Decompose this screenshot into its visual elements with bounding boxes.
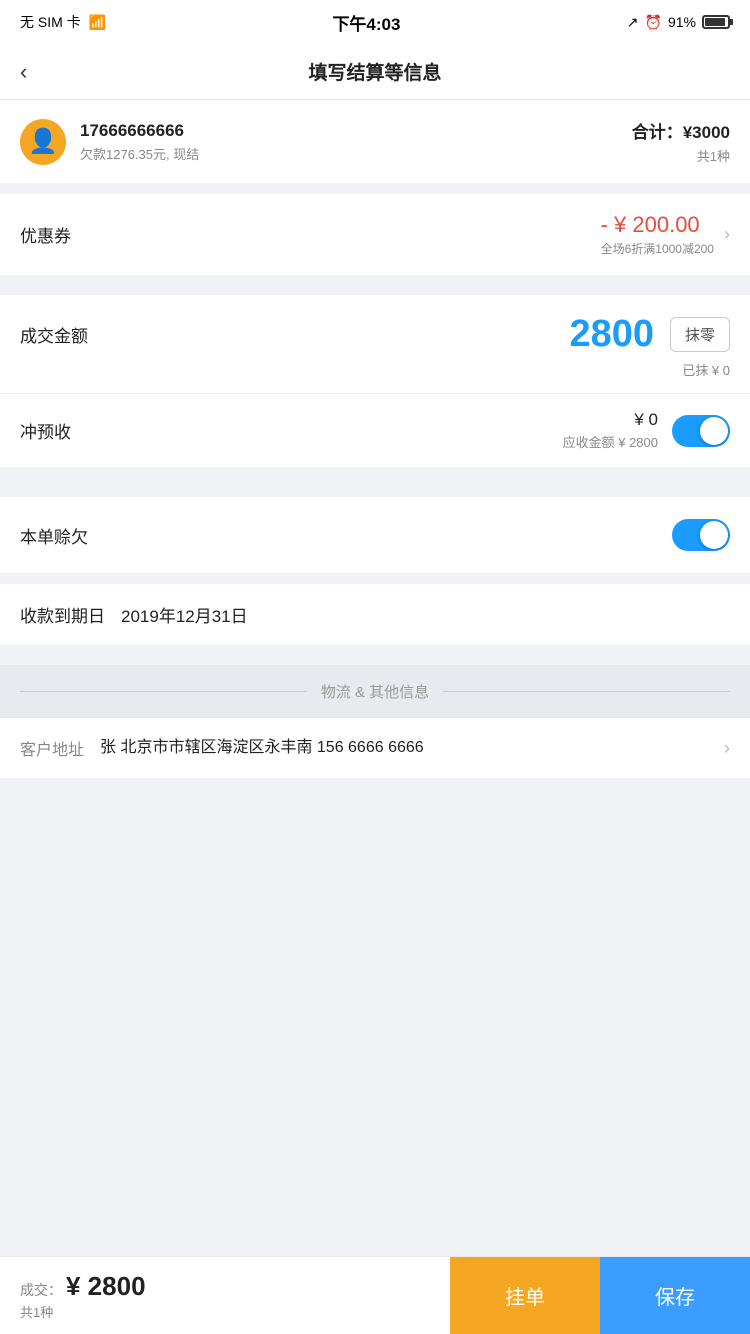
back-button[interactable]: ‹ xyxy=(20,59,27,85)
location-icon: ↗ xyxy=(627,14,639,31)
user-details: 17666666666 欠款1276.35元, 现结 xyxy=(80,121,632,163)
logistics-header-text: 物流 & 其他信息 xyxy=(321,681,429,702)
logistics-section-header: 物流 & 其他信息 xyxy=(0,665,750,718)
toggle-knob xyxy=(700,417,728,445)
footer: 成交： ¥ 2800 共1种 挂单 保存 xyxy=(0,1256,750,1334)
amount-label: 成交金额 xyxy=(20,322,88,347)
battery-percent: 91% xyxy=(668,14,696,30)
amount-section: 成交金额 2800 抹零 已抹 ¥ 0 xyxy=(0,295,750,393)
address-label: 客户地址 xyxy=(20,736,100,760)
footer-spacer xyxy=(0,788,750,878)
chong-yu-shou-value: ¥ 0 xyxy=(563,410,658,430)
main-content: 👤 17666666666 欠款1276.35元, 现结 合计：¥3000 共1… xyxy=(0,100,750,878)
total-value: ¥3000 xyxy=(683,123,730,142)
total-label: 合计： xyxy=(632,123,683,142)
chong-yu-shou-row: 冲预收 ¥ 0 应收金额 ¥ 2800 xyxy=(0,393,750,467)
page-title: 填写结算等信息 xyxy=(308,58,441,85)
user-info-row: 👤 17666666666 欠款1276.35元, 现结 合计：¥3000 共1… xyxy=(0,100,750,184)
chong-yu-shou-amount-block: ¥ 0 应收金额 ¥ 2800 xyxy=(563,410,658,451)
debt-row: 本单赊欠 xyxy=(0,497,750,573)
wifi-icon: 📶 xyxy=(89,14,106,31)
hang-button[interactable]: 挂单 xyxy=(450,1257,600,1334)
address-row[interactable]: 客户地址 张 北京市市辖区海淀区永丰南 156 6666 6666 › xyxy=(0,718,750,778)
chong-yu-shou-sub: 应收金额 ¥ 2800 xyxy=(563,432,658,451)
debt-label: 本单赊欠 xyxy=(20,523,88,548)
amount-right: 2800 抹零 xyxy=(569,313,730,356)
due-date-value: 2019年12月31日 xyxy=(121,602,248,627)
status-time: 下午4:03 xyxy=(332,10,400,35)
battery-icon xyxy=(702,15,730,29)
section-divider-1 xyxy=(0,285,750,295)
section-divider-3 xyxy=(0,655,750,665)
chong-yu-shou-right: ¥ 0 应收金额 ¥ 2800 xyxy=(563,410,730,451)
footer-info: 成交： ¥ 2800 共1种 xyxy=(0,1271,450,1321)
coupon-amount: - ¥ 200.00 xyxy=(601,212,714,238)
round-button[interactable]: 抹零 xyxy=(670,317,730,352)
status-bar: 无 SIM 卡 📶 下午4:03 ↗ ⏰ 91% xyxy=(0,0,750,44)
footer-count: 共1种 xyxy=(20,1302,430,1321)
sim-label: 无 SIM 卡 xyxy=(20,12,81,32)
deal-amount-card: 成交金额 2800 抹零 已抹 ¥ 0 冲预收 ¥ 0 应收金额 ¥ 2800 xyxy=(0,295,750,467)
coupon-chevron: › xyxy=(724,224,730,245)
user-info-card: 👤 17666666666 欠款1276.35元, 现结 合计：¥3000 共1… xyxy=(0,100,750,184)
clock-icon: ⏰ xyxy=(645,14,662,31)
debt-toggle[interactable] xyxy=(672,519,730,551)
total-amount: 合计：¥3000 xyxy=(632,118,730,143)
header-line-right xyxy=(443,691,730,692)
nav-bar: ‹ 填写结算等信息 xyxy=(0,44,750,100)
amount-row: 成交金额 2800 抹零 xyxy=(20,313,730,356)
footer-total-row: 成交： ¥ 2800 xyxy=(20,1271,430,1302)
coupon-right: - ¥ 200.00 全场6折满1000减200 › xyxy=(601,212,730,257)
total-count: 共1种 xyxy=(632,146,730,165)
coupon-card[interactable]: 优惠券 - ¥ 200.00 全场6折满1000减200 › xyxy=(0,194,750,275)
user-phone: 17666666666 xyxy=(80,121,632,141)
due-date-label: 收款到期日 xyxy=(20,602,105,627)
save-button[interactable]: 保存 xyxy=(600,1257,750,1334)
status-right: ↗ ⏰ 91% xyxy=(627,14,730,31)
due-date-card: 收款到期日 2019年12月31日 xyxy=(0,583,750,645)
due-date-row: 收款到期日 2019年12月31日 xyxy=(0,583,750,645)
debt-toggle-knob xyxy=(700,521,728,549)
address-value: 张 北京市市辖区海淀区永丰南 156 6666 6666 xyxy=(100,736,724,760)
status-left: 无 SIM 卡 📶 xyxy=(20,12,106,32)
footer-deal-label: 成交： xyxy=(20,1280,62,1300)
user-icon: 👤 xyxy=(28,127,58,156)
coupon-row[interactable]: 优惠券 - ¥ 200.00 全场6折满1000减200 › xyxy=(0,194,750,275)
amount-sub: 已抹 ¥ 0 xyxy=(20,360,730,379)
user-sub: 欠款1276.35元, 现结 xyxy=(80,144,632,163)
address-chevron: › xyxy=(724,738,730,759)
header-line-left xyxy=(20,691,307,692)
address-card[interactable]: 客户地址 张 北京市市辖区海淀区永丰南 156 6666 6666 › xyxy=(0,718,750,778)
coupon-desc: 全场6折满1000减200 xyxy=(601,240,714,257)
chong-yu-shou-toggle[interactable] xyxy=(672,415,730,447)
footer-amount: ¥ 2800 xyxy=(66,1271,146,1302)
avatar: 👤 xyxy=(20,119,66,165)
amount-value: 2800 xyxy=(569,313,654,356)
user-total: 合计：¥3000 共1种 xyxy=(632,118,730,165)
section-divider-2 xyxy=(0,477,750,487)
coupon-detail: - ¥ 200.00 全场6折满1000减200 xyxy=(601,212,714,257)
chong-yu-shou-label: 冲预收 xyxy=(20,418,71,443)
coupon-label: 优惠券 xyxy=(20,222,71,247)
